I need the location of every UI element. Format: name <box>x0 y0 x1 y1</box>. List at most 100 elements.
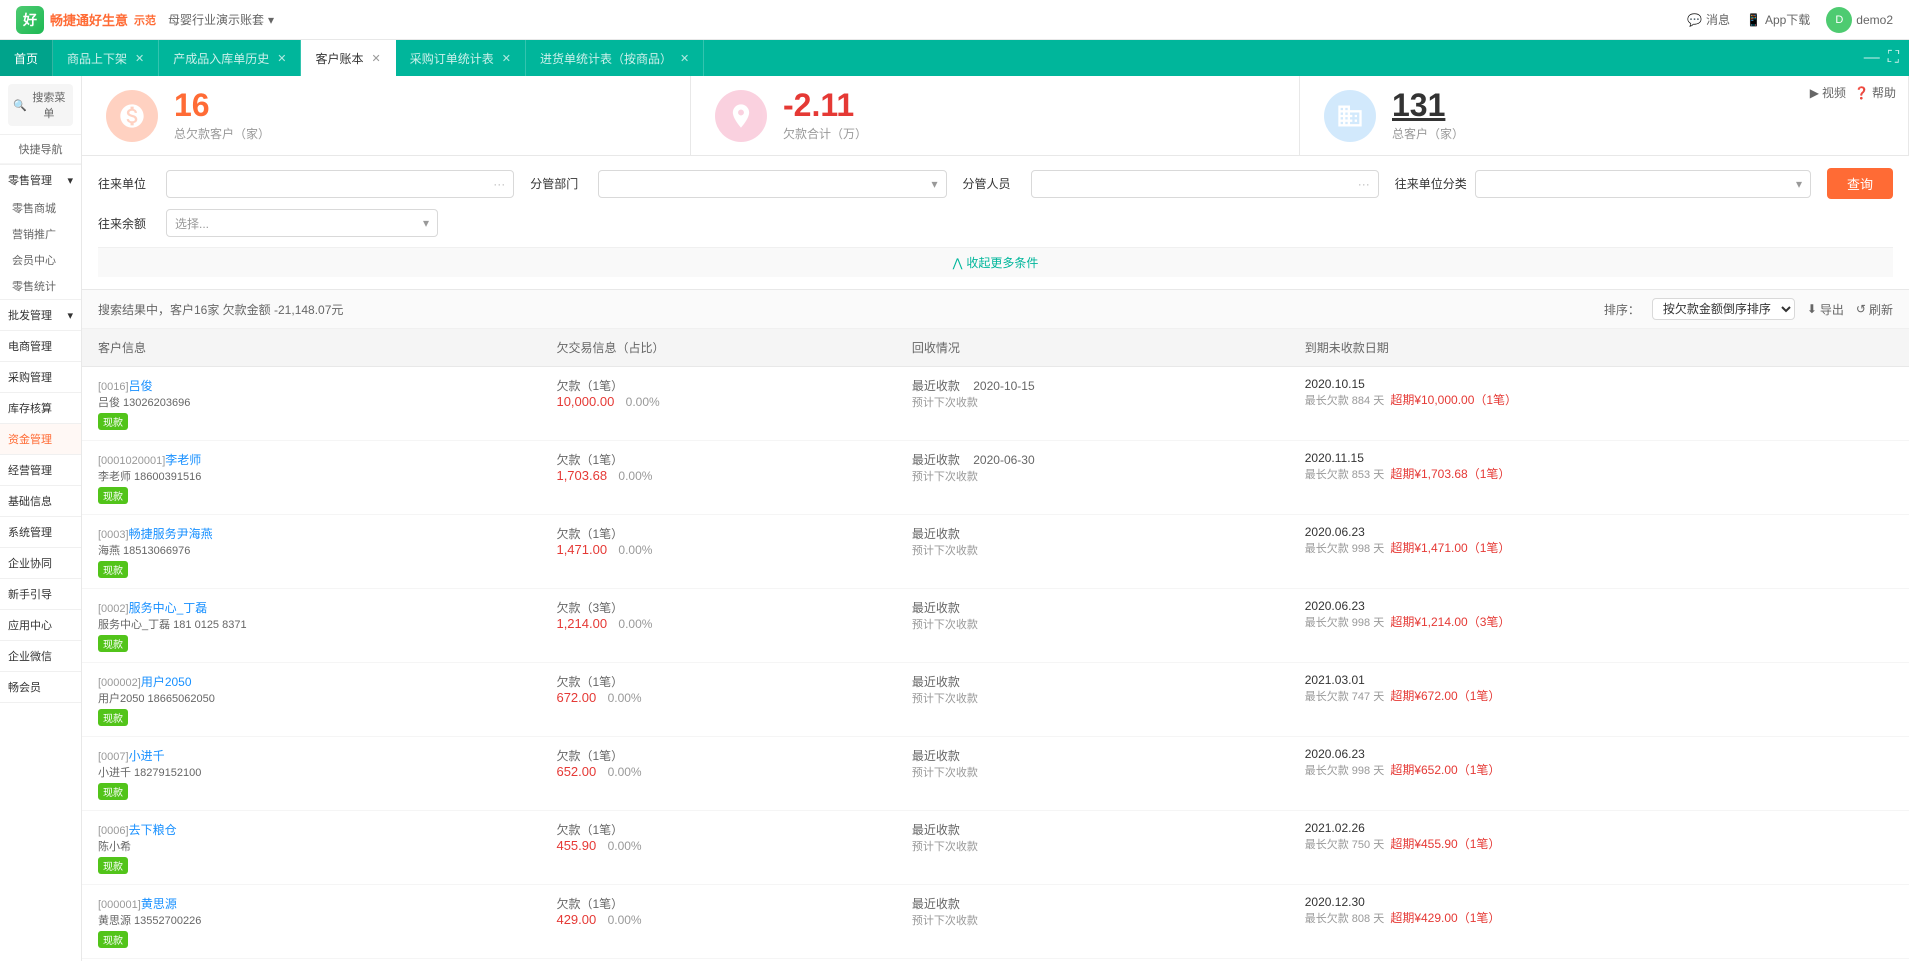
sidebar-group-basic-title[interactable]: 基础信息 <box>0 486 81 516</box>
cell-debt-0: 欠款（1笔） 10,000.00 0.00% <box>540 367 895 441</box>
tab-purchase-order-close[interactable]: ✕ <box>502 52 511 65</box>
collection-label-0: 最近收款 2020-10-15 <box>912 377 1273 394</box>
overdue-amount-5[interactable]: 超期¥652.00（1笔） <box>1390 763 1500 777</box>
sidebar-group-ecommerce-title[interactable]: 电商管理 <box>0 331 81 361</box>
filter-manager-input[interactable]: ··· <box>1031 170 1379 198</box>
sidebar-group-apps-title[interactable]: 应用中心 <box>0 610 81 640</box>
filter-category-select[interactable]: ▾ <box>1475 170 1811 198</box>
table-area: 搜索结果中，客户16家 欠款金额 -21,148.07元 排序： 按欠款金额倒序… <box>82 290 1909 961</box>
company-select[interactable]: 母婴行业演示账套 ▾ <box>168 11 274 28</box>
tab-customer-account-close[interactable]: ✕ <box>372 52 381 65</box>
sidebar-nav-quicknav[interactable]: 快捷导航 <box>0 135 81 164</box>
customer-name-4[interactable]: 用户2050 <box>141 675 192 689</box>
overdue-amount-3[interactable]: 超期¥1,214.00（3笔） <box>1390 615 1510 629</box>
tab-production-history[interactable]: 产成品入库单历史 ✕ <box>159 40 301 76</box>
sidebar-item-members[interactable]: 会员中心 <box>0 247 81 273</box>
tab-inventory-stats-label: 进货单统计表（按商品） <box>540 50 672 67</box>
customer-name-2[interactable]: 畅捷服务尹海燕 <box>129 527 213 541</box>
download-btn[interactable]: 📱 App下载 <box>1746 11 1810 28</box>
customer-contact-2: 海燕 18513066976 <box>98 542 524 558</box>
filter-balance: 往来余额 选择... ▾ <box>98 209 438 237</box>
sidebar-group-guide-title[interactable]: 新手引导 <box>0 579 81 609</box>
cell-collection-0: 最近收款 2020-10-15 预计下次收款 <box>896 367 1289 441</box>
overdue-amount-4[interactable]: 超期¥672.00（1笔） <box>1390 689 1500 703</box>
table-row: [0002]服务中心_丁磊 服务中心_丁磊 181 0125 8371 现款 欠… <box>82 589 1909 663</box>
sidebar-group-business-title[interactable]: 经营管理 <box>0 455 81 485</box>
customer-name-5[interactable]: 小进千 <box>129 749 165 763</box>
sidebar-group-member-title[interactable]: 畅会员 <box>0 672 81 702</box>
tab-purchase-order[interactable]: 采购订单统计表 ✕ <box>396 40 526 76</box>
tab-home[interactable]: 首页 <box>0 40 53 76</box>
stat-owing-amount-label: 欠款合计（万） <box>783 125 867 142</box>
customer-name-6[interactable]: 去下粮仓 <box>129 823 177 837</box>
tab-products-shelf[interactable]: 商品上下架 ✕ <box>53 40 159 76</box>
overdue-amount-2[interactable]: 超期¥1,471.00（1笔） <box>1390 541 1510 555</box>
sidebar-group-system-title[interactable]: 系统管理 <box>0 517 81 547</box>
collection-next-3: 预计下次收款 <box>912 616 1273 632</box>
filter-source-unit-input[interactable]: ··· <box>166 170 514 198</box>
sidebar-group-wechat-title[interactable]: 企业微信 <box>0 641 81 671</box>
cell-debt-1: 欠款（1笔） 1,703.68 0.00% <box>540 441 895 515</box>
sidebar-item-retail-stats[interactable]: 零售统计 <box>0 273 81 299</box>
filter-department-select[interactable]: ▾ <box>598 170 946 198</box>
tab-inventory-stats[interactable]: 进货单统计表（按商品） ✕ <box>526 40 704 76</box>
sidebar-item-retail-store[interactable]: 零售商城 <box>0 195 81 221</box>
sidebar-group-retail-title[interactable]: 零售管理 ▾ <box>0 165 81 195</box>
tab-home-label: 首页 <box>14 50 38 67</box>
tab-inventory-stats-close[interactable]: ✕ <box>680 52 689 65</box>
table-header-bar: 搜索结果中，客户16家 欠款金额 -21,148.07元 排序： 按欠款金额倒序… <box>82 290 1909 329</box>
debt-amount-5: 652.00 <box>556 764 596 779</box>
customer-name-7[interactable]: 黄思源 <box>141 897 177 911</box>
message-btn[interactable]: 💬 消息 <box>1687 11 1730 28</box>
stat-owing-customers-icon <box>106 90 158 142</box>
overdue-amount-0[interactable]: 超期¥10,000.00（1笔） <box>1390 393 1517 407</box>
filter-balance-select[interactable]: 选择... ▾ <box>166 209 438 237</box>
customer-contact-6: 陈小希 <box>98 838 524 854</box>
stat-owing-customers-label: 总欠款客户（家） <box>174 125 270 142</box>
overdue-amount-7[interactable]: 超期¥429.00（1笔） <box>1390 911 1500 925</box>
export-btn[interactable]: ⬇ 导出 <box>1807 301 1844 318</box>
search-button[interactable]: 查询 <box>1827 168 1893 199</box>
maximize-icon[interactable]: ⛶ <box>1888 49 1899 67</box>
refresh-btn[interactable]: ↺ 刷新 <box>1856 301 1893 318</box>
tab-customer-account[interactable]: 客户账本 ✕ <box>301 40 395 76</box>
filter-row-2: 往来余额 选择... ▾ <box>98 209 1893 237</box>
tab-production-history-close[interactable]: ✕ <box>277 52 286 65</box>
overdue-amount-6[interactable]: 超期¥455.90（1笔） <box>1390 837 1500 851</box>
sidebar-group-purchase-title[interactable]: 采购管理 <box>0 362 81 392</box>
sidebar-group-collab-title[interactable]: 企业协同 <box>0 548 81 578</box>
debt-amount-3: 1,214.00 <box>556 616 607 631</box>
sidebar-group-finance-title[interactable]: 资金管理 <box>0 424 81 454</box>
customer-contact-7: 黄思源 13552700226 <box>98 912 524 928</box>
debt-ratio-7: 0.00% <box>608 913 642 927</box>
help-btn[interactable]: ❓ 帮助 <box>1854 84 1896 101</box>
minimize-icon[interactable]: — <box>1864 49 1880 67</box>
customer-name-link-5: [0007]小进千 <box>98 747 524 764</box>
cell-customer-2: [0003]畅捷服务尹海燕 海燕 18513066976 现款 <box>82 515 540 589</box>
filter-department: 分管部门 ▾ <box>530 170 946 198</box>
cell-customer-6: [0006]去下粮仓 陈小希 现款 <box>82 811 540 885</box>
cell-overdue-4: 2021.03.01 最长欠款 747 天 超期¥672.00（1笔） <box>1289 663 1909 737</box>
sort-select[interactable]: 按欠款金额倒序排序 <box>1652 298 1795 320</box>
collection-label-6: 最近收款 <box>912 821 1273 838</box>
message-label: 消息 <box>1706 11 1730 28</box>
customer-tag-0: 现款 <box>98 413 128 430</box>
customer-name-0[interactable]: 吕俊 <box>129 379 153 393</box>
customer-name-1[interactable]: 李老师 <box>165 453 201 467</box>
video-btn[interactable]: ▶ 视频 <box>1810 84 1846 101</box>
tab-products-shelf-close[interactable]: ✕ <box>135 52 144 65</box>
debt-ratio-5: 0.00% <box>608 765 642 779</box>
user-area[interactable]: D demo2 <box>1826 7 1893 33</box>
sidebar-search-btn[interactable]: 🔍 搜索菜单 <box>8 84 73 126</box>
sidebar-group-wholesale-title[interactable]: 批发管理 ▾ <box>0 300 81 330</box>
sidebar-item-marketing[interactable]: 营销推广 <box>0 221 81 247</box>
customer-name-3[interactable]: 服务中心_丁磊 <box>129 601 208 615</box>
collapse-more-conditions[interactable]: ⋀ 收起更多条件 <box>98 247 1893 277</box>
collapse-icon: ⋀ <box>953 256 963 270</box>
sidebar-group-inventory-title[interactable]: 库存核算 <box>0 393 81 423</box>
cell-overdue-2: 2020.06.23 最长欠款 998 天 超期¥1,471.00（1笔） <box>1289 515 1909 589</box>
collection-next-2: 预计下次收款 <box>912 542 1273 558</box>
app-subtitle: 示范 <box>134 12 156 28</box>
cell-overdue-7: 2020.12.30 最长欠款 808 天 超期¥429.00（1笔） <box>1289 885 1909 959</box>
overdue-amount-1[interactable]: 超期¥1,703.68（1笔） <box>1390 467 1510 481</box>
